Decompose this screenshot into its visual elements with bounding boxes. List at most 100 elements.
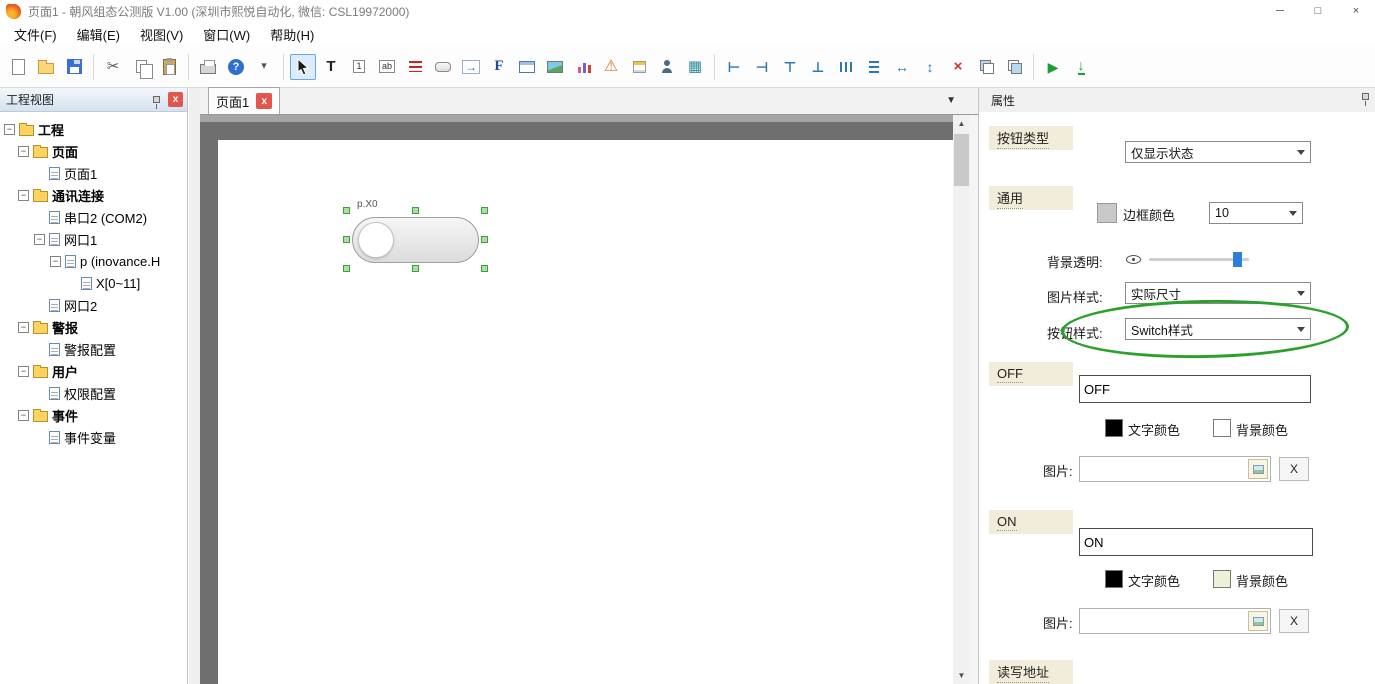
tree-item-alarm-config[interactable]: 警报配置 — [0, 338, 187, 360]
align-left-button[interactable]: ⊢ — [721, 54, 747, 80]
selection-handle[interactable] — [481, 265, 488, 272]
select-tool-button[interactable] — [290, 54, 316, 80]
selection-handle[interactable] — [481, 207, 488, 214]
cut-button[interactable]: ✂ — [100, 54, 126, 80]
on-text-color-label[interactable]: 文字颜色 — [1128, 571, 1180, 590]
text-input-tool-button[interactable]: ab — [374, 54, 400, 80]
help-button[interactable]: ? — [223, 54, 249, 80]
bring-to-front-button[interactable] — [973, 54, 999, 80]
toolbar-overflow-button[interactable]: ▾ — [251, 54, 277, 80]
slider-thumb[interactable] — [1233, 252, 1242, 267]
on-bg-color-label[interactable]: 背景颜色 — [1236, 571, 1288, 590]
selection-handle[interactable] — [343, 207, 350, 214]
tree-collapse-icon[interactable]: − — [18, 146, 29, 157]
border-width-select[interactable]: 10 — [1209, 202, 1303, 224]
tree-item-pages-folder[interactable]: − 页面 — [0, 140, 187, 162]
on-bg-color-swatch[interactable] — [1213, 570, 1231, 588]
panel-splitter[interactable] — [189, 88, 200, 684]
menu-view[interactable]: 视图(V) — [130, 22, 193, 47]
on-image-input[interactable] — [1079, 608, 1271, 634]
button-tool-button[interactable] — [430, 54, 456, 80]
selection-handle[interactable] — [481, 236, 488, 243]
off-image-input[interactable] — [1079, 456, 1271, 482]
tab-list-dropdown-icon[interactable]: ▼ — [946, 95, 956, 106]
numeric-display-tool-button[interactable]: 1 — [346, 54, 372, 80]
off-image-browse-button[interactable] — [1248, 459, 1268, 479]
off-bg-color-label[interactable]: 背景颜色 — [1236, 420, 1288, 439]
align-bottom-button[interactable]: ⊥ — [805, 54, 831, 80]
pin-icon[interactable] — [1362, 93, 1369, 100]
tree-collapse-icon[interactable]: − — [4, 124, 15, 135]
image-tool-button[interactable] — [542, 54, 568, 80]
menu-tool-button[interactable] — [402, 54, 428, 80]
paste-button[interactable] — [156, 54, 182, 80]
on-text-input[interactable] — [1079, 528, 1313, 556]
tree-item-project[interactable]: − 工程 — [0, 118, 187, 140]
tree-collapse-icon[interactable]: − — [18, 410, 29, 421]
tree-collapse-icon[interactable]: − — [50, 256, 61, 267]
open-button[interactable] — [33, 54, 59, 80]
design-canvas[interactable]: p.X0 ▲ ▼ — [200, 115, 978, 684]
bargraph-tool-button[interactable] — [570, 54, 596, 80]
tree-collapse-icon[interactable]: − — [18, 366, 29, 377]
off-text-color-swatch[interactable] — [1105, 419, 1123, 437]
run-button[interactable]: ▶ — [1040, 54, 1066, 80]
distribute-horizontal-button[interactable] — [833, 54, 859, 80]
table-tool-button[interactable]: ▦ — [682, 54, 708, 80]
scroll-up-button[interactable]: ▲ — [953, 115, 970, 132]
on-text-color-swatch[interactable] — [1105, 570, 1123, 588]
page-jump-tool-button[interactable]: → — [458, 54, 484, 80]
menu-help[interactable]: 帮助(H) — [260, 22, 324, 47]
selected-widget-group[interactable]: p.X0 — [347, 211, 485, 268]
menu-file[interactable]: 文件(F) — [4, 22, 67, 47]
pin-icon[interactable] — [153, 96, 160, 103]
selection-handle[interactable] — [412, 265, 419, 272]
close-button[interactable]: × — [1337, 0, 1375, 22]
vertical-scrollbar[interactable]: ▲ ▼ — [953, 115, 970, 684]
tree-item-net1[interactable]: − 网口1 — [0, 228, 187, 250]
user-tool-button[interactable] — [654, 54, 680, 80]
selection-handle[interactable] — [343, 236, 350, 243]
menu-edit[interactable]: 编辑(E) — [67, 22, 130, 47]
tab-page1[interactable]: 页面1 x — [208, 87, 280, 114]
off-bg-color-swatch[interactable] — [1213, 419, 1231, 437]
list-tool-button[interactable] — [626, 54, 652, 80]
align-top-button[interactable]: ⊤ — [777, 54, 803, 80]
minimize-button[interactable]: ─ — [1261, 0, 1299, 22]
tab-close-button[interactable]: x — [256, 93, 272, 109]
delete-button[interactable]: × — [945, 54, 971, 80]
button-style-select[interactable]: Switch样式 — [1125, 318, 1311, 340]
tree-item-permission-config[interactable]: 权限配置 — [0, 382, 187, 404]
selection-handle[interactable] — [412, 207, 419, 214]
off-text-color-label[interactable]: 文字颜色 — [1128, 420, 1180, 439]
text-tool-button[interactable]: T — [318, 54, 344, 80]
tree-item-comm[interactable]: − 通讯连接 — [0, 184, 187, 206]
equal-width-button[interactable]: ↔ — [889, 54, 915, 80]
tree-collapse-icon[interactable]: − — [34, 234, 45, 245]
tree-item-event-variable[interactable]: 事件变量 — [0, 426, 187, 448]
on-image-browse-button[interactable] — [1248, 611, 1268, 631]
window-tool-button[interactable] — [514, 54, 540, 80]
tree-item-x-range[interactable]: X[0~11] — [0, 272, 187, 294]
off-text-input[interactable] — [1079, 375, 1311, 403]
function-key-tool-button[interactable]: F — [486, 54, 512, 80]
tree-collapse-icon[interactable]: − — [18, 322, 29, 333]
tree-item-user-folder[interactable]: − 用户 — [0, 360, 187, 382]
on-image-clear-button[interactable]: X — [1279, 609, 1309, 633]
align-right-button[interactable]: ⊣ — [749, 54, 775, 80]
tree-item-com2[interactable]: 串口2 (COM2) — [0, 206, 187, 228]
new-file-button[interactable] — [5, 54, 31, 80]
tree-item-alarm-folder[interactable]: − 警报 — [0, 316, 187, 338]
tree-item-device-p[interactable]: − p (inovance.H — [0, 250, 187, 272]
tree-item-event-folder[interactable]: − 事件 — [0, 404, 187, 426]
off-image-clear-button[interactable]: X — [1279, 457, 1309, 481]
image-style-select[interactable]: 实际尺寸 — [1125, 282, 1311, 304]
selection-handle[interactable] — [343, 265, 350, 272]
tree-item-net2[interactable]: 网口2 — [0, 294, 187, 316]
menu-window[interactable]: 窗口(W) — [193, 22, 260, 47]
background-opacity-slider[interactable] — [1149, 258, 1249, 261]
download-button[interactable]: ↓ — [1068, 54, 1094, 80]
send-to-back-button[interactable] — [1001, 54, 1027, 80]
visibility-eye-icon[interactable] — [1126, 255, 1141, 264]
switch-widget[interactable] — [352, 217, 479, 263]
